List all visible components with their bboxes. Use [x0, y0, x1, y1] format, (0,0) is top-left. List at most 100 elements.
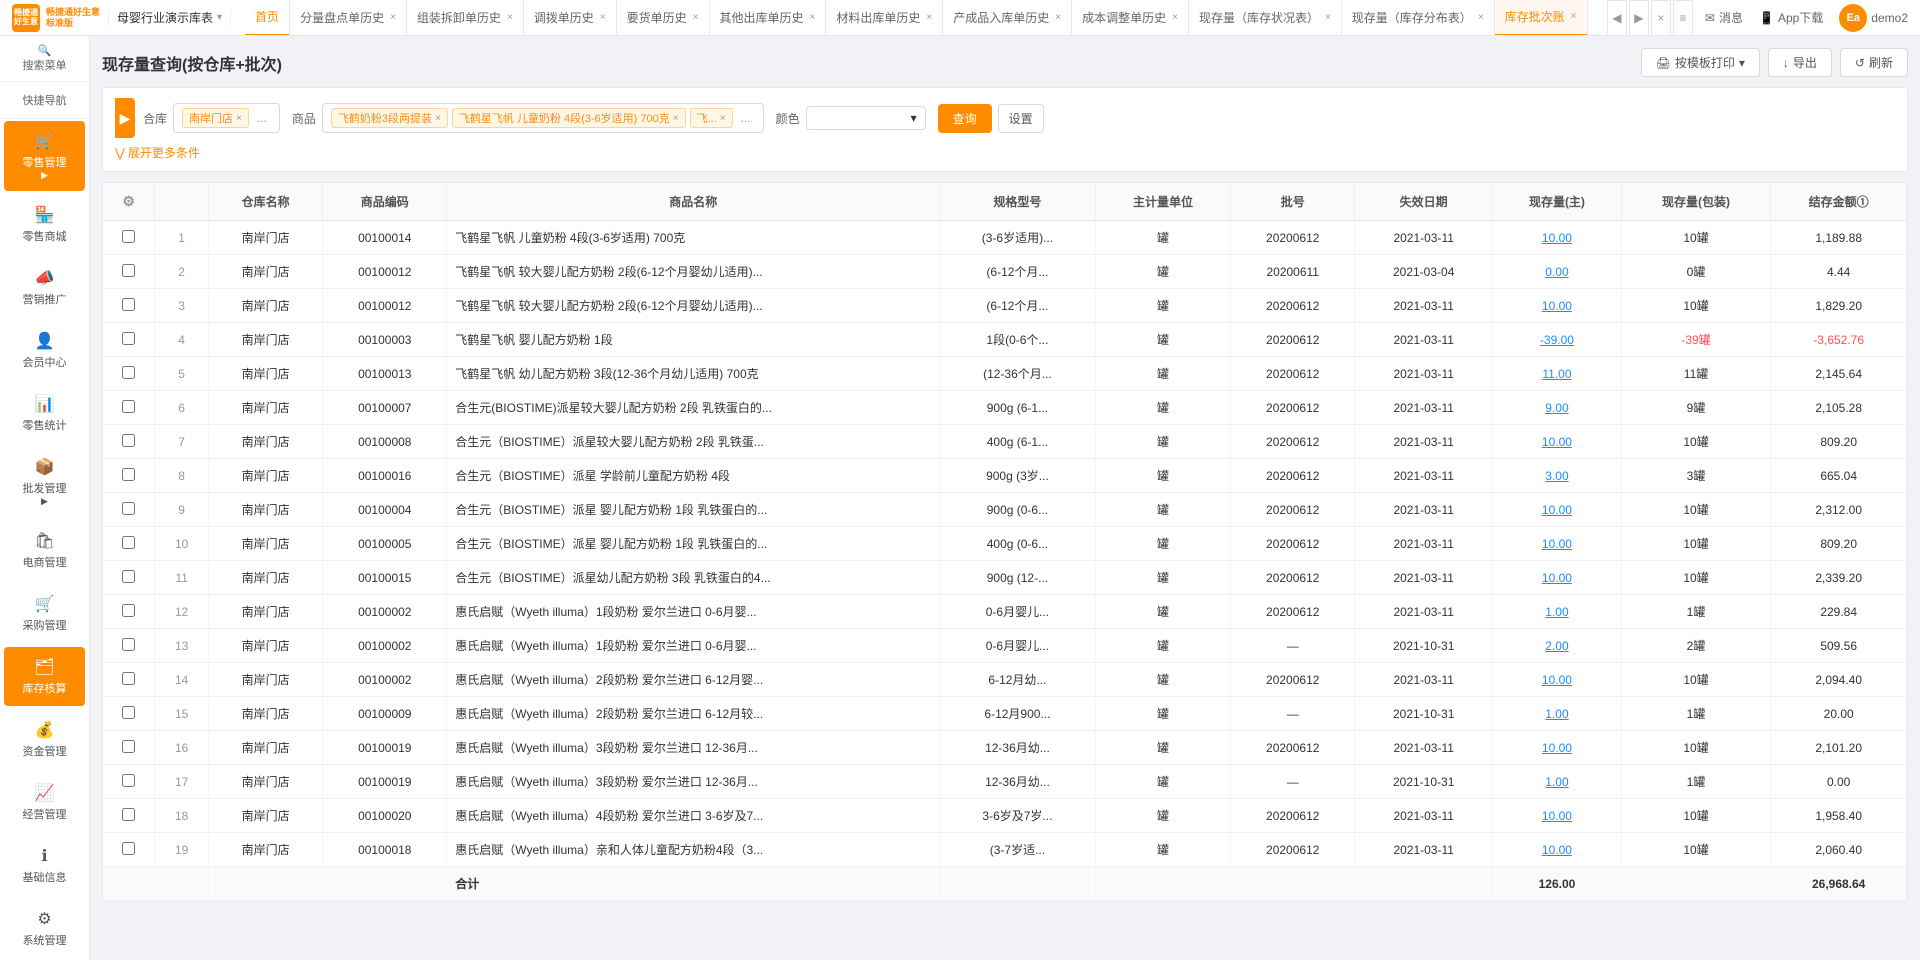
row-checkbox[interactable] [122, 298, 135, 311]
sidebar-item-ops[interactable]: 📈 经营管理 [4, 773, 85, 832]
row-qty-main[interactable]: 10.00 [1493, 289, 1622, 323]
print-dropdown-arrow[interactable]: ▾ [1739, 56, 1745, 70]
tab-1[interactable]: 分量盘点单历史 × [290, 0, 407, 35]
row-checkbox[interactable] [122, 502, 135, 515]
sidebar-item-member[interactable]: 👤 会员中心 [4, 321, 85, 380]
row-qty-main[interactable]: 2.00 [1493, 629, 1622, 663]
dropdown-label[interactable]: 母婴行业演示库表 [117, 9, 213, 26]
product-input[interactable]: 飞鹤奶粉3段两提装 × 飞鹤星飞帆 儿童奶粉 4段(3-6岁适用) 700克 ×… [322, 103, 764, 133]
row-checkbox[interactable] [122, 808, 135, 821]
row-check[interactable] [103, 697, 155, 731]
row-check[interactable] [103, 663, 155, 697]
row-check[interactable] [103, 289, 155, 323]
sidebar-item-ecom[interactable]: 🛍 电商管理 [4, 521, 85, 580]
tab-2[interactable]: 组装拆卸单历史 × [407, 0, 524, 35]
row-check[interactable] [103, 833, 155, 867]
row-checkbox[interactable] [122, 706, 135, 719]
row-qty-main[interactable]: 10.00 [1493, 833, 1622, 867]
row-qty-main[interactable]: 10.00 [1493, 527, 1622, 561]
row-check[interactable] [103, 629, 155, 663]
product-tag-1-close[interactable]: × [673, 113, 679, 124]
row-check[interactable] [103, 731, 155, 765]
sidebar-item-base[interactable]: ℹ 基础信息 [4, 836, 85, 895]
user-area[interactable]: Ea demo2 [1839, 4, 1908, 32]
tab-5[interactable]: 其他出库单历史 × [710, 0, 827, 35]
sidebar-item-marketing[interactable]: 📣 营销推广 [4, 258, 85, 317]
tab-close[interactable]: × [1055, 12, 1061, 23]
row-check[interactable] [103, 765, 155, 799]
row-checkbox[interactable] [122, 570, 135, 583]
row-checkbox[interactable] [122, 536, 135, 549]
tab-close-current[interactable]: × [1651, 0, 1671, 36]
dropdown-arrow[interactable]: ▾ [217, 12, 222, 23]
row-check[interactable] [103, 391, 155, 425]
warehouse-dots[interactable]: ... [257, 111, 267, 125]
row-check[interactable] [103, 425, 155, 459]
row-checkbox[interactable] [122, 604, 135, 617]
row-check[interactable] [103, 255, 155, 289]
tab-menu[interactable]: ≡ [1673, 0, 1693, 36]
row-qty-main[interactable]: 1.00 [1493, 697, 1622, 731]
row-checkbox[interactable] [122, 230, 135, 243]
tab-8[interactable]: 成本调整单历史 × [1072, 0, 1189, 35]
tab-close[interactable]: × [1478, 12, 1484, 23]
sidebar-item-wholesale[interactable]: 📦 批发管理 ▶ [4, 447, 85, 517]
sidebar-item-mall[interactable]: 🏪 零售商城 [4, 195, 85, 254]
row-check[interactable] [103, 799, 155, 833]
row-qty-main[interactable]: -39.00 [1493, 323, 1622, 357]
row-checkbox[interactable] [122, 672, 135, 685]
row-check[interactable] [103, 459, 155, 493]
tab-close[interactable]: × [810, 12, 816, 23]
row-qty-main[interactable]: 9.00 [1493, 391, 1622, 425]
row-checkbox[interactable] [122, 264, 135, 277]
row-check[interactable] [103, 595, 155, 629]
tab-4[interactable]: 要货单历史 × [617, 0, 710, 35]
product-dots[interactable]: ... [741, 111, 751, 125]
row-checkbox[interactable] [122, 400, 135, 413]
row-check[interactable] [103, 357, 155, 391]
tab-10[interactable]: 现存量（库存分布表） × [1342, 0, 1495, 35]
tab-next[interactable]: ▶ [1629, 0, 1649, 36]
gear-icon[interactable]: ⚙ [122, 193, 135, 209]
settings-btn[interactable]: 设置 [998, 104, 1044, 133]
messages-btn[interactable]: ✉ 消息 [1705, 9, 1743, 26]
tab-9[interactable]: 现存量（库存状况表） × [1189, 0, 1342, 35]
row-qty-main[interactable]: 10.00 [1493, 731, 1622, 765]
sidebar-item-purchase[interactable]: 🛒 采购管理 [4, 584, 85, 643]
query-btn[interactable]: 查询 [938, 104, 992, 133]
tab-6[interactable]: 材料出库单历史 × [826, 0, 943, 35]
filter-expand-link[interactable]: ⋁ 展开更多条件 [115, 144, 1895, 161]
row-check[interactable] [103, 221, 155, 255]
row-qty-main[interactable]: 11.00 [1493, 357, 1622, 391]
print-btn[interactable]: 🖨 按模板打印 ▾ [1641, 48, 1760, 77]
tab-home[interactable]: 首页 [245, 0, 290, 35]
sidebar-quick-nav[interactable]: 快捷导航 [0, 82, 89, 119]
refresh-btn[interactable]: ↺ 刷新 [1840, 48, 1908, 77]
product-tag-2-close[interactable]: × [720, 113, 726, 124]
app-download-btn[interactable]: 📱 App下载 [1759, 9, 1823, 26]
row-checkbox[interactable] [122, 740, 135, 753]
tab-close[interactable]: × [926, 12, 932, 23]
row-qty-main[interactable]: 1.00 [1493, 595, 1622, 629]
export-btn[interactable]: ↓ 导出 [1768, 48, 1832, 77]
sidebar-item-sys[interactable]: ⚙ 系统管理 [4, 899, 85, 958]
warehouse-input[interactable]: 南岸门店 × ... [173, 103, 280, 133]
tab-close[interactable]: × [390, 12, 396, 23]
row-checkbox[interactable] [122, 774, 135, 787]
tab-close[interactable]: × [1571, 11, 1577, 22]
row-checkbox[interactable] [122, 842, 135, 855]
tab-prev[interactable]: ◀ [1607, 0, 1627, 36]
row-check[interactable] [103, 527, 155, 561]
tab-11[interactable]: 库存批次账 × [1495, 0, 1588, 35]
row-checkbox[interactable] [122, 434, 135, 447]
row-checkbox[interactable] [122, 366, 135, 379]
sidebar-item-retail[interactable]: 🛒 零售管理 ▶ [4, 121, 85, 191]
color-dropdown-arrow[interactable]: ▾ [911, 111, 917, 125]
row-checkbox[interactable] [122, 332, 135, 345]
row-check[interactable] [103, 561, 155, 595]
tab-close[interactable]: × [1172, 12, 1178, 23]
sidebar-item-inventory[interactable]: 🗂 库存核算 [4, 647, 85, 706]
tab-close[interactable]: × [1325, 12, 1331, 23]
sidebar-search[interactable]: 🔍 搜索菜单 [0, 36, 89, 82]
color-input[interactable]: ▾ [806, 106, 926, 130]
